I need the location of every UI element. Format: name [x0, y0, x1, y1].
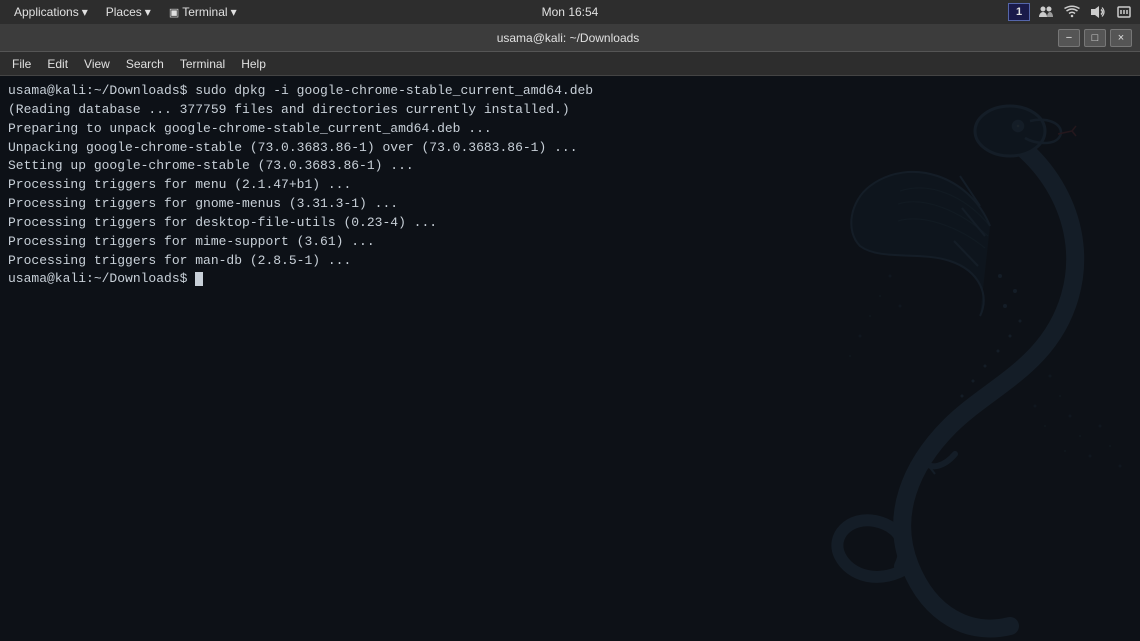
- close-button[interactable]: ×: [1110, 29, 1132, 47]
- menu-help[interactable]: Help: [233, 55, 274, 73]
- terminal-line-2: (Reading database ... 377759 files and d…: [8, 101, 1132, 120]
- wifi-icon[interactable]: [1062, 3, 1082, 21]
- terminal-icon: ▣: [169, 6, 179, 19]
- maximize-button[interactable]: □: [1084, 29, 1106, 47]
- places-arrow: ▾: [145, 5, 151, 19]
- terminal-label: Terminal: [182, 5, 227, 19]
- taskbar: Applications ▾ Places ▾ ▣ Terminal ▾ Mon…: [0, 0, 1140, 24]
- terminal-window: usama@kali: ~/Downloads − □ × File Edit …: [0, 24, 1140, 641]
- terminal-titlebar: usama@kali: ~/Downloads − □ ×: [0, 24, 1140, 52]
- applications-label: Applications: [14, 5, 79, 19]
- terminal-line-8: Processing triggers for desktop-file-uti…: [8, 214, 1132, 233]
- terminal-line-5: Setting up google-chrome-stable (73.0.36…: [8, 157, 1132, 176]
- applications-arrow: ▾: [82, 5, 88, 19]
- terminal-line-3: Preparing to unpack google-chrome-stable…: [8, 120, 1132, 139]
- applications-menu[interactable]: Applications ▾: [6, 3, 96, 21]
- terminal-title: usama@kali: ~/Downloads: [78, 31, 1058, 45]
- terminal-line-11: usama@kali:~/Downloads$: [8, 270, 1132, 289]
- terminal-menubar: File Edit View Search Terminal Help: [0, 52, 1140, 76]
- terminal-arrow: ▾: [231, 5, 237, 19]
- volume-icon[interactable]: [1088, 3, 1108, 21]
- terminal-line-10: Processing triggers for man-db (2.8.5-1)…: [8, 252, 1132, 271]
- menu-view[interactable]: View: [76, 55, 118, 73]
- window-controls: − □ ×: [1058, 29, 1132, 47]
- terminal-line-6: Processing triggers for menu (2.1.47+b1)…: [8, 176, 1132, 195]
- menu-terminal[interactable]: Terminal: [172, 55, 233, 73]
- menu-file[interactable]: File: [4, 55, 39, 73]
- places-label: Places: [106, 5, 142, 19]
- terminal-body[interactable]: usama@kali:~/Downloads$ sudo dpkg -i goo…: [0, 76, 1140, 641]
- places-menu[interactable]: Places ▾: [98, 3, 159, 21]
- taskbar-clock: Mon 16:54: [542, 5, 599, 19]
- menu-search[interactable]: Search: [118, 55, 172, 73]
- terminal-line-9: Processing triggers for mime-support (3.…: [8, 233, 1132, 252]
- terminal-line-1: usama@kali:~/Downloads$ sudo dpkg -i goo…: [8, 82, 1132, 101]
- power-icon[interactable]: [1114, 3, 1134, 21]
- terminal-line-7: Processing triggers for gnome-menus (3.3…: [8, 195, 1132, 214]
- taskbar-right: 1: [1008, 3, 1134, 21]
- users-icon[interactable]: [1036, 3, 1056, 21]
- minimize-button[interactable]: −: [1058, 29, 1080, 47]
- menu-edit[interactable]: Edit: [39, 55, 76, 73]
- terminal-content: usama@kali:~/Downloads$ sudo dpkg -i goo…: [8, 82, 1132, 289]
- terminal-taskbar-btn[interactable]: ▣ Terminal ▾: [161, 3, 245, 21]
- terminal-line-4: Unpacking google-chrome-stable (73.0.368…: [8, 139, 1132, 158]
- taskbar-left: Applications ▾ Places ▾ ▣ Terminal ▾: [6, 3, 245, 21]
- keyboard-layout-indicator[interactable]: 1: [1008, 3, 1030, 21]
